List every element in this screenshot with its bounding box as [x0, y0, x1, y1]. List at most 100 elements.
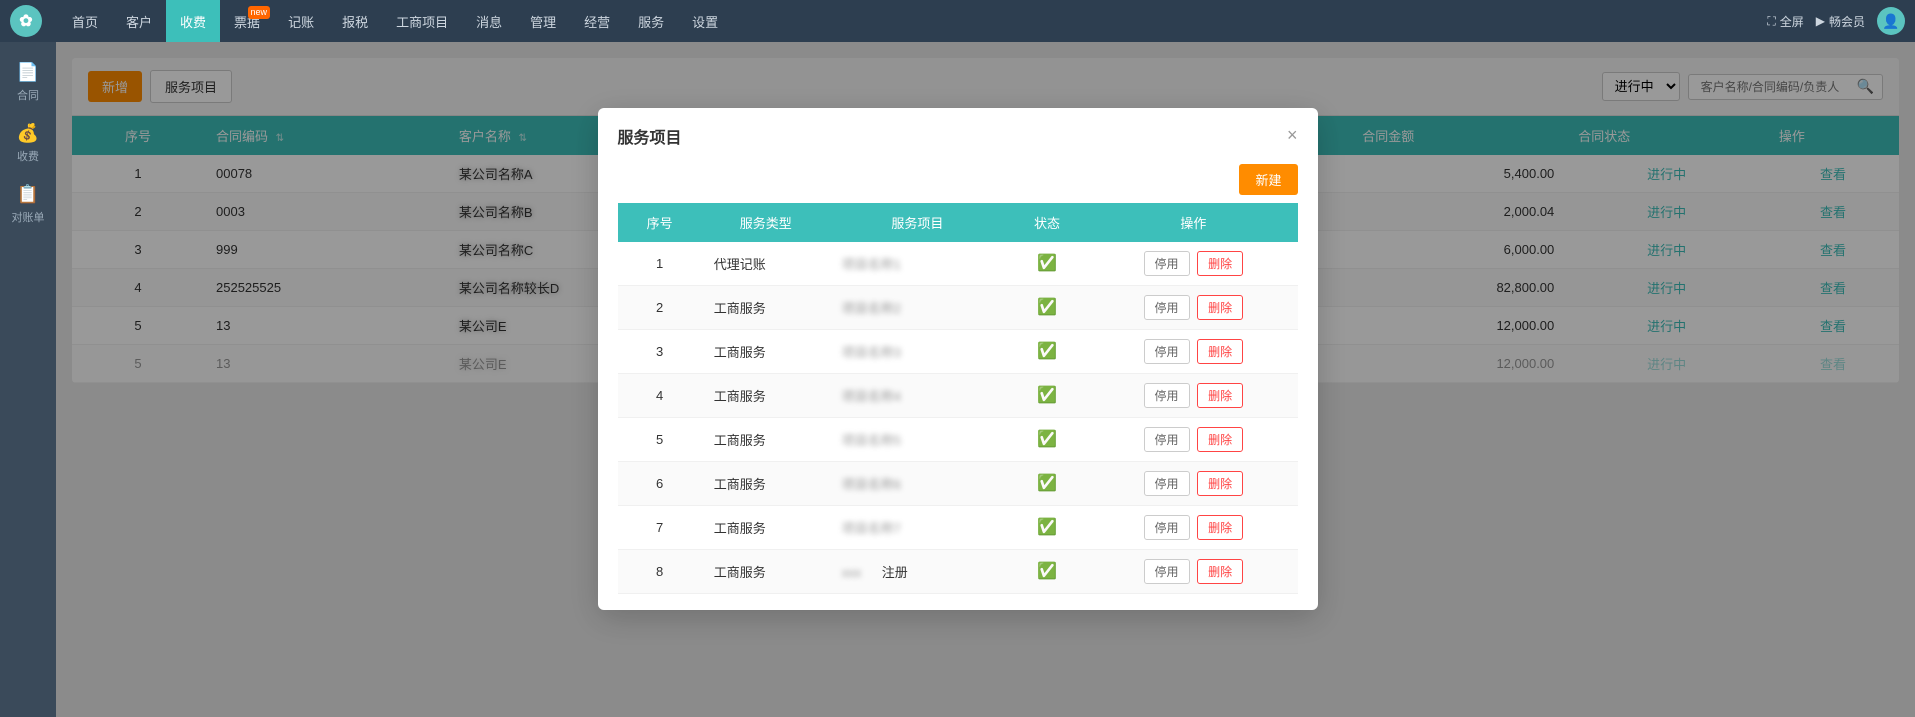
nav-item-客户[interactable]: 客户 — [112, 0, 166, 42]
app-logo[interactable]: ✿ — [10, 5, 42, 37]
modal-cell-type: 工商服务 — [702, 461, 830, 505]
delete-button[interactable]: 删除 — [1197, 427, 1243, 452]
sidebar-item-合同[interactable]: 📄 合同 — [0, 52, 56, 113]
modal-cell-action: 停用 删除 — [1089, 549, 1297, 593]
delete-button[interactable]: 删除 — [1197, 295, 1243, 320]
modal-cell-type: 工商服务 — [702, 505, 830, 549]
modal-table-row: 7 工商服务 项目名称7 ✅ 停用 删除 — [618, 505, 1298, 549]
stop-button[interactable]: 停用 — [1144, 339, 1190, 364]
check-icon: ✅ — [1037, 563, 1057, 580]
modal-cell-type: 工商服务 — [702, 417, 830, 461]
modal-cell-status: ✅ — [1005, 373, 1089, 417]
nav-item-首页[interactable]: 首页 — [58, 0, 112, 42]
modal-cell-seq: 5 — [618, 417, 702, 461]
nav-item-票据[interactable]: 票据new — [220, 0, 274, 42]
sidebar-icon-合同: 📄 — [17, 62, 39, 83]
nav-item-工商项目[interactable]: 工商项目 — [382, 0, 462, 42]
modal-cell-status: ✅ — [1005, 549, 1089, 593]
modal-col-action: 操作 — [1089, 203, 1297, 242]
modal-table-row: 8 工商服务 xxx注册 ✅ 停用 删除 — [618, 549, 1298, 593]
modal-cell-action: 停用 删除 — [1089, 285, 1297, 329]
user-avatar[interactable]: 👤 — [1877, 7, 1905, 35]
delete-button[interactable]: 删除 — [1197, 559, 1243, 584]
modal-close-button[interactable]: × — [1287, 125, 1298, 146]
nav-item-经营[interactable]: 经营 — [570, 0, 624, 42]
modal-cell-seq: 1 — [618, 242, 702, 286]
stop-button[interactable]: 停用 — [1144, 471, 1190, 496]
delete-button[interactable]: 删除 — [1197, 383, 1243, 408]
sidebar-item-收费[interactable]: 💰 收费 — [0, 113, 56, 174]
modal-table-header: 序号 服务类型 服务项目 状态 操作 — [618, 203, 1298, 242]
modal-cell-item: 项目名称1 — [830, 242, 1005, 286]
modal-table: 序号 服务类型 服务项目 状态 操作 1 代理记账 项目名称1 ✅ 停用 删除 … — [618, 203, 1298, 594]
sidebar-label-合同: 合同 — [17, 87, 39, 103]
nav-item-管理[interactable]: 管理 — [516, 0, 570, 42]
stop-button[interactable]: 停用 — [1144, 251, 1190, 276]
check-icon: ✅ — [1037, 255, 1057, 272]
stop-button[interactable]: 停用 — [1144, 427, 1190, 452]
modal-cell-status: ✅ — [1005, 461, 1089, 505]
modal-table-row: 2 工商服务 项目名称2 ✅ 停用 删除 — [618, 285, 1298, 329]
check-icon: ✅ — [1037, 387, 1057, 404]
modal-cell-status: ✅ — [1005, 417, 1089, 461]
nav-item-消息[interactable]: 消息 — [462, 0, 516, 42]
modal-table-row: 6 工商服务 项目名称6 ✅ 停用 删除 — [618, 461, 1298, 505]
modal-table-row: 5 工商服务 项目名称5 ✅ 停用 删除 — [618, 417, 1298, 461]
delete-button[interactable]: 删除 — [1197, 339, 1243, 364]
check-icon: ✅ — [1037, 431, 1057, 448]
modal-cell-item: 项目名称4 — [830, 373, 1005, 417]
sidebar-label-收费: 收费 — [17, 148, 39, 164]
modal-cell-item: 项目名称3 — [830, 329, 1005, 373]
modal-cell-type: 工商服务 — [702, 373, 830, 417]
modal-cell-type: 工商服务 — [702, 329, 830, 373]
stop-button[interactable]: 停用 — [1144, 559, 1190, 584]
modal-cell-item: 项目名称6 — [830, 461, 1005, 505]
nav-item-记账[interactable]: 记账 — [274, 0, 328, 42]
sidebar-label-对账单: 对账单 — [12, 209, 45, 225]
nav-items: 首页客户收费票据new记账报税工商项目消息管理经营服务设置 — [58, 0, 1767, 42]
modal-cell-action: 停用 删除 — [1089, 242, 1297, 286]
modal-cell-seq: 4 — [618, 373, 702, 417]
delete-button[interactable]: 删除 — [1197, 471, 1243, 496]
modal-cell-seq: 2 — [618, 285, 702, 329]
check-icon: ✅ — [1037, 299, 1057, 316]
sidebar-icon-收费: 💰 — [17, 123, 39, 144]
nav-item-设置[interactable]: 设置 — [678, 0, 732, 42]
modal-table-row: 4 工商服务 项目名称4 ✅ 停用 删除 — [618, 373, 1298, 417]
fullscreen-button[interactable]: ⛶ 全屏 — [1767, 13, 1803, 30]
modal-cell-seq: 8 — [618, 549, 702, 593]
modal-cell-action: 停用 删除 — [1089, 505, 1297, 549]
nav-badge-票据: new — [248, 6, 271, 19]
delete-button[interactable]: 删除 — [1197, 251, 1243, 276]
sidebar-item-对账单[interactable]: 📋 对账单 — [0, 174, 56, 235]
modal-new-button[interactable]: 新建 — [1239, 164, 1297, 195]
modal-cell-action: 停用 删除 — [1089, 329, 1297, 373]
modal-cell-item: 项目名称7 — [830, 505, 1005, 549]
modal-cell-type: 工商服务 — [702, 549, 830, 593]
modal-col-item: 服务项目 — [830, 203, 1005, 242]
nav-item-服务[interactable]: 服务 — [624, 0, 678, 42]
modal-col-seq: 序号 — [618, 203, 702, 242]
modal-table-row: 1 代理记账 项目名称1 ✅ 停用 删除 — [618, 242, 1298, 286]
modal-cell-seq: 7 — [618, 505, 702, 549]
delete-button[interactable]: 删除 — [1197, 515, 1243, 540]
member-button[interactable]: ▶ 畅会员 — [1816, 13, 1865, 30]
modal-body: 序号 服务类型 服务项目 状态 操作 1 代理记账 项目名称1 ✅ 停用 删除 … — [598, 203, 1318, 610]
modal-cell-action: 停用 删除 — [1089, 373, 1297, 417]
top-nav: ✿ 首页客户收费票据new记账报税工商项目消息管理经营服务设置 ⛶ 全屏 ▶ 畅… — [0, 0, 1915, 42]
nav-item-报税[interactable]: 报税 — [328, 0, 382, 42]
modal-col-type: 服务类型 — [702, 203, 830, 242]
stop-button[interactable]: 停用 — [1144, 383, 1190, 408]
stop-button[interactable]: 停用 — [1144, 295, 1190, 320]
modal-title: 服务项目 — [618, 124, 682, 148]
modal-cell-item: 项目名称5 — [830, 417, 1005, 461]
nav-item-收费[interactable]: 收费 — [166, 0, 220, 42]
modal-cell-seq: 6 — [618, 461, 702, 505]
service-items-modal: 服务项目 × 新建 序号 服务类型 服务项目 状态 操作 1 代理记账 项目名称… — [598, 108, 1318, 610]
check-icon: ✅ — [1037, 475, 1057, 492]
sidebar: 📄 合同💰 收费📋 对账单 — [0, 42, 56, 717]
modal-toolbar: 新建 — [598, 156, 1318, 203]
modal-cell-status: ✅ — [1005, 285, 1089, 329]
check-icon: ✅ — [1037, 519, 1057, 536]
stop-button[interactable]: 停用 — [1144, 515, 1190, 540]
